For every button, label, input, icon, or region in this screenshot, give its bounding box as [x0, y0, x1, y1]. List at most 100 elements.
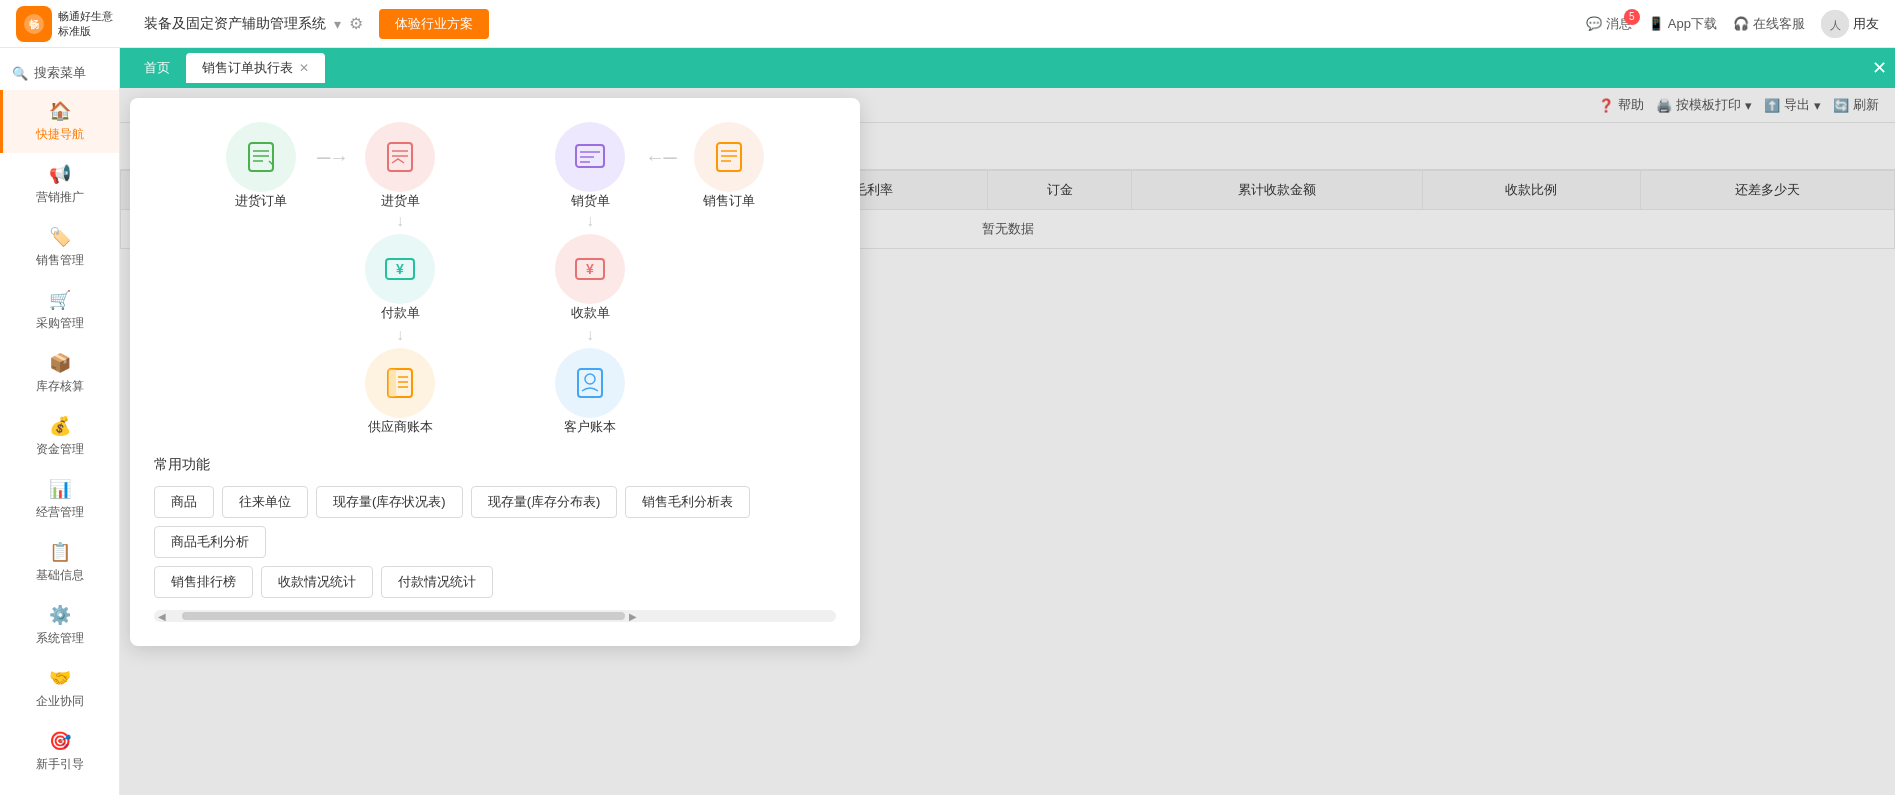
user-label: 用友 — [1853, 15, 1879, 33]
flow-col-purchase-receipt: 进货单 — [345, 122, 455, 210]
scroll-arrow-left[interactable]: ◀ — [154, 611, 170, 622]
sidebar-item-enterprise[interactable]: 🤝 企业协同 — [0, 657, 119, 720]
basic-icon: 📋 — [49, 541, 71, 563]
label-payment: 付款单 — [381, 304, 420, 322]
logo-text: 畅通好生意 标准版 — [58, 9, 113, 38]
arrow-purchase-to-receipt: - - - → — [316, 122, 345, 192]
sidebar-item-marketing[interactable]: 📢 营销推广 — [0, 153, 119, 216]
sidebar-item-finance[interactable]: 💰 资金管理 — [0, 405, 119, 468]
svg-text:人: 人 — [1830, 19, 1841, 31]
logo-icon: 畅 — [16, 6, 52, 42]
popup-overlay[interactable]: 进货订单 - - - → — [120, 88, 1895, 795]
home-tab-label: 首页 — [144, 59, 170, 77]
sales-order-tab-label: 销售订单执行表 — [202, 59, 293, 77]
func-btn-receipt-stats[interactable]: 收款情况统计 — [261, 566, 373, 598]
label-sales-slip: 销货单 — [571, 192, 610, 210]
online-service-label: 在线客服 — [1753, 15, 1805, 33]
sidebar-item-system[interactable]: ⚙️ 系统管理 — [0, 594, 119, 657]
sidebar-label-enterprise: 企业协同 — [36, 693, 84, 710]
sidebar-item-operation[interactable]: 📊 经营管理 — [0, 468, 119, 531]
label-supplier-ledger: 供应商账本 — [368, 418, 433, 436]
message-icon: 💬 — [1586, 16, 1602, 31]
dropdown-icon[interactable]: ▾ — [334, 16, 341, 32]
gear-icon[interactable]: ⚙ — [349, 14, 363, 33]
sidebar: 🔍 搜索菜单 🏠 快捷导航 📢 营销推广 🏷️ 销售管理 🛒 采购管理 📦 库存… — [0, 48, 120, 795]
svg-text:¥: ¥ — [396, 261, 404, 277]
sidebar-label-system: 系统管理 — [36, 630, 84, 647]
svg-text:畅: 畅 — [29, 19, 39, 30]
arrow-down-receipt: ↓ — [535, 212, 645, 230]
common-functions: 常用功能 商品 往来单位 现存量(库存状况表) 现存量(库存分布表) 销售毛利分… — [154, 456, 836, 598]
func-btn-stock-dist[interactable]: 现存量(库存分布表) — [471, 486, 618, 518]
popup-scrollbar[interactable]: ◀ ▶ — [154, 610, 836, 622]
func-btn-sales-profit[interactable]: 销售毛利分析表 — [625, 486, 750, 518]
flow-col-customer-ledger: 客户账本 — [535, 348, 645, 436]
flow-circle-purchase-order — [226, 122, 296, 192]
message-button[interactable]: 💬 消息 5 — [1586, 15, 1632, 33]
finance-icon: 💰 — [49, 415, 71, 437]
spacer9 — [645, 326, 755, 344]
label-customer-ledger: 客户账本 — [564, 418, 616, 436]
sidebar-label-basic: 基础信息 — [36, 567, 84, 584]
search-menu[interactable]: 🔍 搜索菜单 — [0, 56, 119, 90]
inventory-icon: 📦 — [49, 352, 71, 374]
main-content: 首页 销售订单执行表 ✕ ✕ ❓ 帮助 🖨️ 按模板打印 — [120, 48, 1895, 795]
tab-sales-order[interactable]: 销售订单执行表 ✕ — [186, 53, 325, 83]
spacer2 — [455, 212, 535, 230]
arrow-sales-order-to-slip: ← - - - — [645, 122, 674, 192]
arrow-down-customer: ↓ — [535, 326, 645, 344]
experience-button[interactable]: 体验行业方案 — [379, 9, 489, 39]
newbie-icon: 🎯 — [49, 730, 71, 752]
system-title-area: 装备及固定资产辅助管理系统 ▾ ⚙ 体验行业方案 — [144, 9, 1586, 39]
tab-bar: 首页 销售订单执行表 ✕ ✕ — [120, 48, 1895, 88]
sidebar-item-sales[interactable]: 🏷️ 销售管理 — [0, 216, 119, 279]
flow-circle-sales-order — [694, 122, 764, 192]
tab-bar-close-button[interactable]: ✕ — [1872, 57, 1887, 79]
sidebar-item-purchase[interactable]: 🛒 采购管理 — [0, 279, 119, 342]
sidebar-label-purchase: 采购管理 — [36, 315, 84, 332]
svg-rect-4 — [249, 143, 273, 171]
quick-nav-icon: 🏠 — [49, 100, 71, 122]
func-btn-product-profit[interactable]: 商品毛利分析 — [154, 526, 266, 558]
sidebar-item-quick-nav[interactable]: 🏠 快捷导航 — [0, 90, 119, 153]
func-btn-product[interactable]: 商品 — [154, 486, 214, 518]
flow-circle-payment: ¥ — [365, 234, 435, 304]
marketing-icon: 📢 — [49, 163, 71, 185]
svg-rect-8 — [388, 143, 412, 171]
scroll-thumb[interactable] — [182, 612, 625, 620]
func-btn-payment-stats[interactable]: 付款情况统计 — [381, 566, 493, 598]
flow-circle-sales-slip — [555, 122, 625, 192]
tab-close-icon[interactable]: ✕ — [299, 61, 309, 75]
flow-col-purchase-order: 进货订单 — [206, 122, 316, 210]
flow-circle-customer-ledger — [555, 348, 625, 418]
func-btn-stock-status[interactable]: 现存量(库存状况表) — [316, 486, 463, 518]
scroll-arrow-right[interactable]: ▶ — [625, 611, 641, 622]
popup-box: 进货订单 - - - → — [130, 98, 860, 646]
func-btn-partner[interactable]: 往来单位 — [222, 486, 308, 518]
top-bar-right: 💬 消息 5 📱 App下载 🎧 在线客服 人 用友 — [1586, 10, 1879, 38]
svg-rect-15 — [717, 143, 741, 171]
sidebar-item-newbie[interactable]: 🎯 新手引导 — [0, 720, 119, 783]
top-bar: 畅 畅通好生意 标准版 装备及固定资产辅助管理系统 ▾ ⚙ 体验行业方案 💬 消… — [0, 0, 1895, 48]
func-btn-sales-rank[interactable]: 销售排行榜 — [154, 566, 253, 598]
purchase-icon: 🛒 — [49, 289, 71, 311]
app-download-icon: 📱 — [1648, 16, 1664, 31]
online-service-icon: 🎧 — [1733, 16, 1749, 31]
app-download-button[interactable]: 📱 App下载 — [1648, 15, 1717, 33]
search-label: 搜索菜单 — [34, 64, 86, 82]
func-buttons-row2: 销售排行榜 收款情况统计 付款情况统计 — [154, 566, 836, 598]
svg-point-29 — [585, 374, 595, 384]
sidebar-item-inventory[interactable]: 📦 库存核算 — [0, 342, 119, 405]
sidebar-item-basic[interactable]: 📋 基础信息 — [0, 531, 119, 594]
avatar: 人 — [1821, 10, 1849, 38]
flow-circle-supplier-ledger — [365, 348, 435, 418]
user-area[interactable]: 人 用友 — [1821, 10, 1879, 38]
online-service-button[interactable]: 🎧 在线客服 — [1733, 15, 1805, 33]
sidebar-label-finance: 资金管理 — [36, 441, 84, 458]
active-indicator — [0, 90, 3, 153]
tab-home[interactable]: 首页 — [128, 53, 186, 83]
common-func-title: 常用功能 — [154, 456, 836, 474]
sidebar-label-sales: 销售管理 — [36, 252, 84, 269]
svg-rect-24 — [388, 369, 396, 397]
flow-col-payment: ¥ 付款单 — [345, 234, 455, 322]
